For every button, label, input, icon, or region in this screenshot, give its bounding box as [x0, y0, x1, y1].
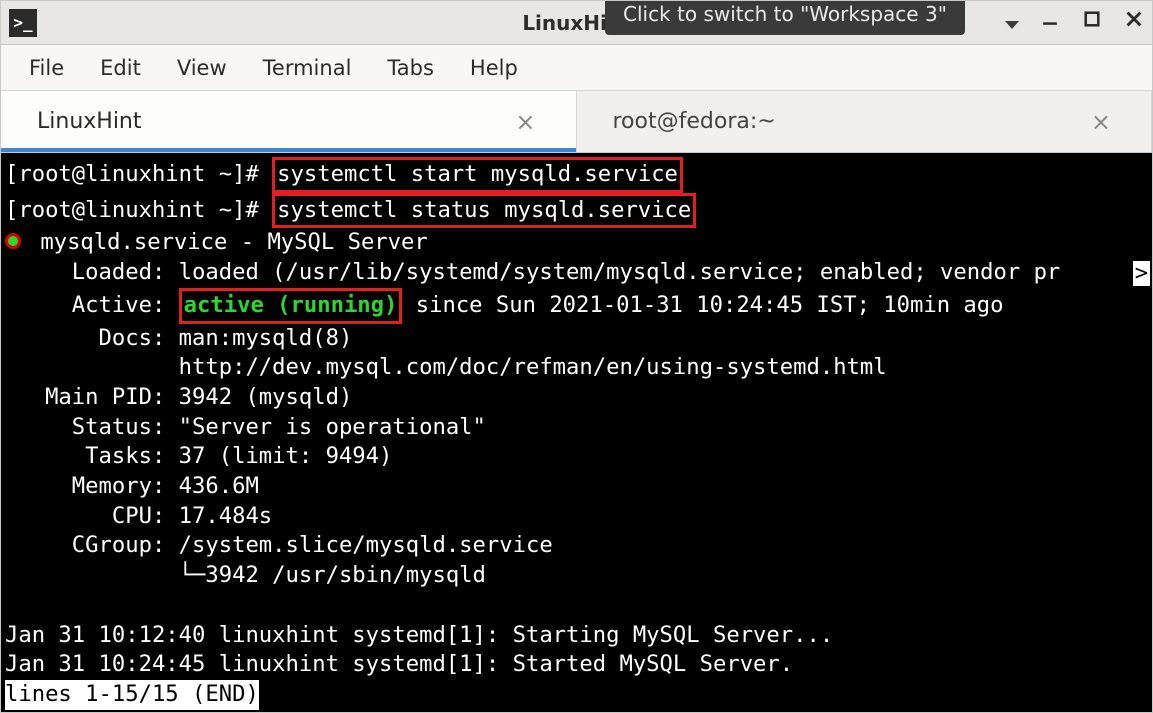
line-overflow-indicator: > [1133, 261, 1150, 286]
menu-file[interactable]: File [11, 50, 82, 86]
tabbar: LinuxHint × root@fedora:~ × [1, 91, 1152, 153]
menu-terminal[interactable]: Terminal [245, 50, 370, 86]
minimize-icon [1042, 11, 1058, 27]
highlighted-command: systemctl start mysqld.service [272, 157, 683, 193]
tab-label: LinuxHint [37, 109, 142, 134]
active-timestamp: since Sun 2021-01-31 10:24:45 IST; 10min… [402, 292, 1003, 318]
highlighted-active-status: active (running) [179, 288, 403, 324]
terminal-line: Main PID: 3942 (mysqld) [5, 383, 1152, 413]
terminal-line: http://dev.mysql.com/doc/refman/en/using… [5, 353, 1152, 383]
terminal-line: [root@linuxhint ~]# systemctl status mys… [5, 193, 1152, 229]
terminal-line: Jan 31 10:24:45 linuxhint systemd[1]: St… [5, 650, 1152, 680]
tab-linuxhint[interactable]: LinuxHint × [1, 91, 577, 152]
terminal-line: Status: "Server is operational" [5, 413, 1152, 443]
close-button[interactable] [1124, 9, 1144, 29]
titlebar: >_ LinuxHint Click to switch to "Workspa… [1, 1, 1152, 45]
terminal-line: └─3942 /usr/sbin/mysqld [5, 561, 1152, 591]
status-dot-icon [5, 233, 21, 249]
terminal-line: Tasks: 37 (limit: 9494) [5, 442, 1152, 472]
service-header: mysqld.service - MySQL Server [27, 229, 428, 255]
shell-prompt: [root@linuxhint ~]# [5, 161, 272, 187]
tab-root-fedora[interactable]: root@fedora:~ × [577, 91, 1153, 152]
shell-prompt: [root@linuxhint ~]# [5, 197, 272, 223]
close-icon [1125, 10, 1143, 28]
tab-close-button[interactable]: × [511, 108, 539, 136]
pager-status: lines 1-15/15 (END) [5, 680, 1152, 710]
terminal-line: Loaded: loaded (/usr/lib/systemd/system/… [5, 258, 1152, 288]
terminal-line: CPU: 17.484s [5, 502, 1152, 532]
tooltip-arrow-icon [1005, 21, 1019, 29]
terminal-app-icon: >_ [9, 9, 37, 37]
window-controls [1040, 9, 1144, 29]
minimize-button[interactable] [1040, 9, 1060, 29]
menu-tabs[interactable]: Tabs [369, 50, 452, 86]
menu-edit[interactable]: Edit [82, 50, 159, 86]
terminal-line: [root@linuxhint ~]# systemctl start mysq… [5, 157, 1152, 193]
terminal-line: Docs: man:mysqld(8) [5, 324, 1152, 354]
tab-label: root@fedora:~ [613, 109, 776, 134]
pager-text: lines 1-15/15 (END) [5, 680, 259, 710]
terminal-window: >_ LinuxHint Click to switch to "Workspa… [0, 0, 1153, 713]
terminal-line: Memory: 436.6M [5, 472, 1152, 502]
terminal-line: Active: active (running) since Sun 2021-… [5, 288, 1152, 324]
menu-view[interactable]: View [159, 50, 245, 86]
menubar: File Edit View Terminal Tabs Help [1, 45, 1152, 91]
active-running-text: active (running) [184, 292, 398, 318]
terminal-line: CGroup: /system.slice/mysqld.service [5, 531, 1152, 561]
terminal-output[interactable]: [root@linuxhint ~]# systemctl start mysq… [1, 153, 1152, 712]
maximize-icon [1084, 11, 1100, 27]
menu-help[interactable]: Help [452, 50, 536, 86]
highlighted-command: systemctl status mysqld.service [272, 193, 696, 229]
maximize-button[interactable] [1082, 9, 1102, 29]
terminal-line: Jan 31 10:12:40 linuxhint systemd[1]: St… [5, 621, 1152, 651]
active-label: Active: [5, 292, 179, 318]
tab-close-button[interactable]: × [1087, 108, 1115, 136]
terminal-line [5, 591, 1152, 621]
terminal-line: mysqld.service - MySQL Server [5, 228, 1152, 258]
workspace-switch-tooltip[interactable]: Click to switch to "Workspace 3" [605, 1, 965, 35]
